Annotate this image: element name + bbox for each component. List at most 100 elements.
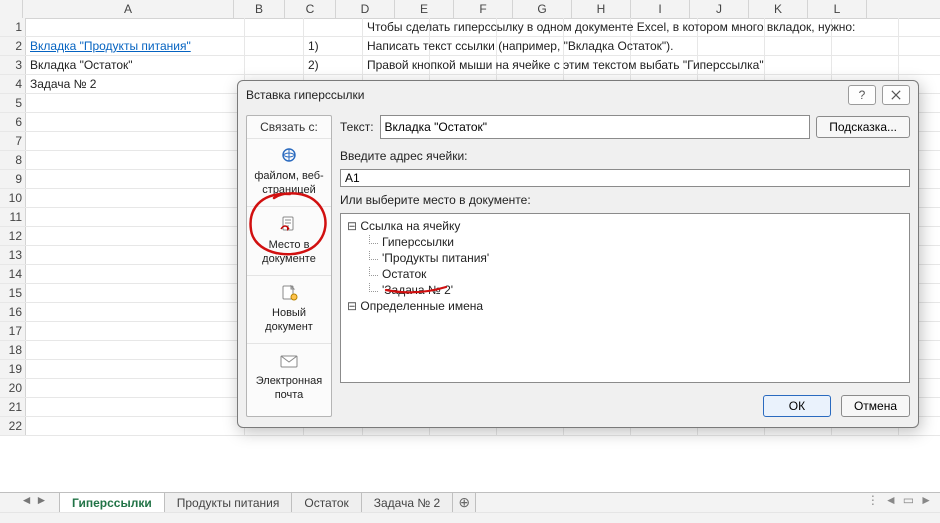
cell[interactable] xyxy=(26,208,245,226)
sheet-tab[interactable]: Продукты питания xyxy=(164,493,293,513)
text-label: Текст: xyxy=(340,120,374,134)
col-header[interactable]: J xyxy=(690,0,749,18)
cell[interactable]: Написать текст ссылки (например, "Вкладк… xyxy=(363,37,430,55)
cell[interactable] xyxy=(26,360,245,378)
row-header[interactable]: 21 xyxy=(0,398,26,416)
row-header[interactable]: 12 xyxy=(0,227,26,245)
cell[interactable] xyxy=(765,56,832,74)
cell[interactable]: 2) xyxy=(304,56,363,74)
cell[interactable] xyxy=(26,151,245,169)
row-header[interactable]: 15 xyxy=(0,284,26,302)
col-header[interactable]: I xyxy=(631,0,690,18)
cell[interactable] xyxy=(832,37,899,55)
cancel-button[interactable]: Отмена xyxy=(841,395,910,417)
col-header[interactable]: K xyxy=(749,0,808,18)
cell[interactable] xyxy=(26,189,245,207)
row-header[interactable]: 6 xyxy=(0,113,26,131)
cell[interactable] xyxy=(304,18,363,36)
tree-leaf[interactable]: 'Продукты питания' xyxy=(347,250,903,266)
link-to-new[interactable]: Новыйдокумент xyxy=(247,275,331,343)
cell[interactable] xyxy=(26,170,245,188)
row-header[interactable]: 7 xyxy=(0,132,26,150)
add-sheet-button[interactable]: ⊕ xyxy=(452,493,476,513)
row-header[interactable]: 20 xyxy=(0,379,26,397)
cell[interactable] xyxy=(26,379,245,397)
help-button[interactable]: ? xyxy=(848,85,876,105)
cell[interactable] xyxy=(26,132,245,150)
col-header[interactable]: H xyxy=(572,0,631,18)
row-header[interactable]: 16 xyxy=(0,303,26,321)
link-to-mail[interactable]: Электроннаяпочта xyxy=(247,343,331,411)
row-header[interactable]: 1 xyxy=(0,18,26,36)
row-header[interactable]: 4 xyxy=(0,75,26,93)
ok-button[interactable]: ОК xyxy=(763,395,831,417)
cell[interactable] xyxy=(26,113,245,131)
tree-leaf[interactable]: Остаток xyxy=(347,266,903,282)
col-header[interactable]: D xyxy=(336,0,395,18)
cell[interactable] xyxy=(832,56,899,74)
cell[interactable] xyxy=(26,303,245,321)
cell[interactable] xyxy=(899,56,940,74)
row-header[interactable]: 10 xyxy=(0,189,26,207)
col-header[interactable]: F xyxy=(454,0,513,18)
row-header[interactable]: 13 xyxy=(0,246,26,264)
cell-ref-input[interactable] xyxy=(340,169,910,187)
cell[interactable]: Вкладка "Продукты питания" xyxy=(26,37,245,55)
sheet-tab[interactable]: Остаток xyxy=(291,493,361,513)
tree-leaf[interactable]: Гиперссылки xyxy=(347,234,903,250)
display-text-input[interactable] xyxy=(380,115,811,139)
sheet-scroll-controls[interactable]: ⋮◄▭► xyxy=(867,493,932,507)
cell[interactable]: 1) xyxy=(304,37,363,55)
row-header[interactable]: 19 xyxy=(0,360,26,378)
row-header[interactable]: 5 xyxy=(0,94,26,112)
row-header[interactable]: 3 xyxy=(0,56,26,74)
col-header[interactable]: G xyxy=(513,0,572,18)
cell[interactable] xyxy=(26,322,245,340)
cell[interactable] xyxy=(698,37,765,55)
tree-node[interactable]: Определенные имена xyxy=(347,298,903,314)
row-header[interactable]: 11 xyxy=(0,208,26,226)
cell[interactable] xyxy=(26,417,245,435)
cell[interactable] xyxy=(899,37,940,55)
close-button[interactable] xyxy=(882,85,910,105)
cell[interactable] xyxy=(245,56,304,74)
cell[interactable] xyxy=(765,37,832,55)
row-header[interactable]: 22 xyxy=(0,417,26,435)
col-header[interactable]: C xyxy=(285,0,336,18)
tree-node[interactable]: Ссылка на ячейку xyxy=(347,218,903,234)
cell[interactable] xyxy=(26,341,245,359)
cell[interactable] xyxy=(26,227,245,245)
tab-nav[interactable]: ◄► xyxy=(4,493,64,507)
cell[interactable] xyxy=(26,284,245,302)
row-header[interactable]: 8 xyxy=(0,151,26,169)
link-to-file[interactable]: файлом, веб-страницей xyxy=(247,138,331,206)
cell[interactable] xyxy=(26,265,245,283)
cell[interactable] xyxy=(26,94,245,112)
sheet-tab[interactable]: Гиперссылки xyxy=(59,493,165,513)
cell[interactable]: Чтобы сделать гиперссылку в одном докуме… xyxy=(363,18,430,36)
tree-leaf[interactable]: 'Задача № 2' xyxy=(347,282,903,298)
cell[interactable]: Вкладка "Остаток" xyxy=(26,56,245,74)
col-header[interactable]: E xyxy=(395,0,454,18)
cell[interactable]: Правой кнопкой мыши на ячейке с этим тек… xyxy=(363,56,430,74)
row-header[interactable]: 18 xyxy=(0,341,26,359)
row-header[interactable]: 14 xyxy=(0,265,26,283)
cell[interactable] xyxy=(245,18,304,36)
place-tree[interactable]: Ссылка на ячейкуГиперссылки'Продукты пит… xyxy=(340,213,910,383)
cell[interactable] xyxy=(26,246,245,264)
cell[interactable] xyxy=(26,398,245,416)
col-header[interactable]: A xyxy=(23,0,234,18)
row-header[interactable]: 9 xyxy=(0,170,26,188)
cell[interactable]: Задача № 2 xyxy=(26,75,245,93)
cell[interactable] xyxy=(899,18,940,36)
link-to-place[interactable]: Место вдокументе xyxy=(247,206,331,274)
col-header[interactable]: L xyxy=(808,0,867,18)
screentip-button[interactable]: Подсказка... xyxy=(816,116,910,138)
cell[interactable] xyxy=(26,18,245,36)
col-header[interactable]: B xyxy=(234,0,285,18)
cell-value: Правой кнопкой мыши на ячейке с этим тек… xyxy=(367,58,764,72)
row-header[interactable]: 2 xyxy=(0,37,26,55)
cell[interactable] xyxy=(245,37,304,55)
row-header[interactable]: 17 xyxy=(0,322,26,340)
sheet-tab[interactable]: Задача № 2 xyxy=(361,493,453,513)
